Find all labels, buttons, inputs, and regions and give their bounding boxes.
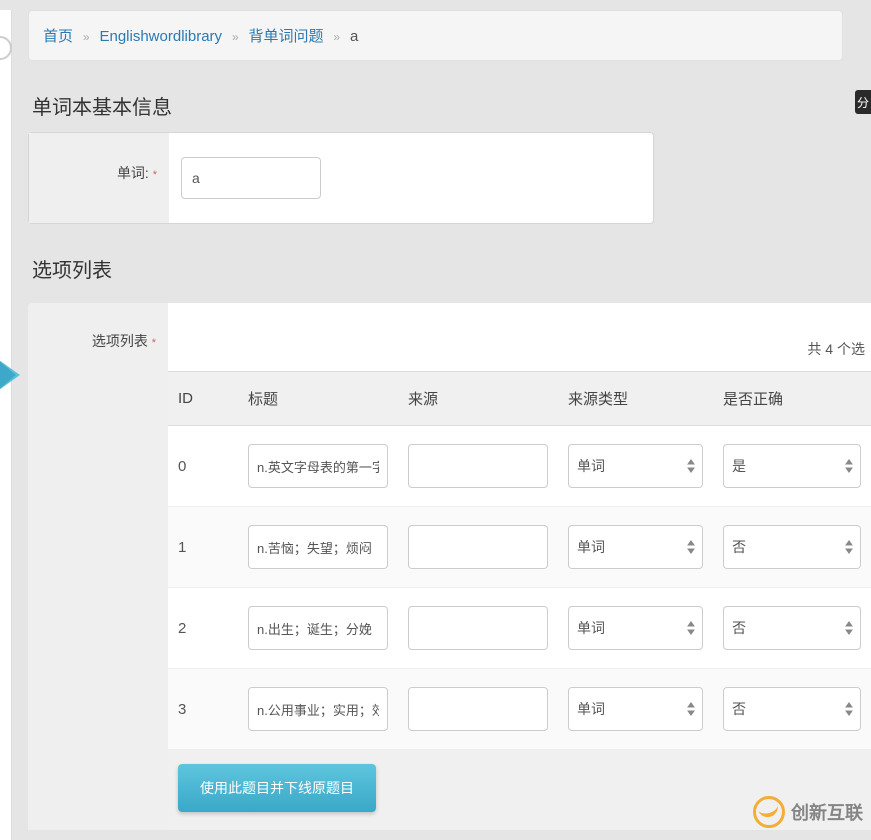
left-arrow-indicator (0, 355, 20, 395)
watermark-text: 创新互联 (791, 799, 863, 825)
row-correct-select[interactable]: 否 (723, 525, 861, 569)
required-marker: * (153, 169, 157, 181)
column-header-id: ID (168, 372, 238, 426)
table-row: 0 单词是 (168, 426, 871, 507)
breadcrumb-separator: » (83, 30, 90, 44)
table-row: 1 单词否 (168, 507, 871, 588)
breadcrumb-link-question[interactable]: 背单词问题 (249, 28, 324, 45)
options-table: ID 标题 来源 来源类型 是否正确 0单词是1单词否2单词否3单词否 (168, 371, 871, 750)
row-id: 2 (168, 588, 238, 669)
column-header-source: 来源 (398, 372, 558, 426)
row-title-input[interactable] (248, 525, 388, 569)
row-id: 3 (168, 669, 238, 750)
required-marker: * (152, 337, 156, 349)
column-header-title: 标题 (238, 372, 398, 426)
row-correct-select[interactable]: 是 (723, 444, 861, 488)
row-title-input[interactable] (248, 606, 388, 650)
basic-info-panel: 单词: * (28, 132, 654, 224)
row-source-input[interactable] (408, 444, 548, 488)
watermark-icon (753, 796, 785, 828)
row-source-type-select[interactable]: 单词 (568, 444, 703, 488)
breadcrumb-current: a (350, 28, 358, 45)
table-row: 3 单词否 (168, 669, 871, 750)
row-source-type-select[interactable]: 单词 (568, 606, 703, 650)
row-source-input[interactable] (408, 687, 548, 731)
column-header-correct: 是否正确 (713, 372, 871, 426)
watermark-logo: 创新互联 (753, 796, 863, 828)
use-and-offline-button[interactable]: 使用此题目并下线原题目 (178, 764, 376, 812)
row-title-input[interactable] (248, 444, 388, 488)
row-correct-select[interactable]: 否 (723, 606, 861, 650)
word-label: 单词: (117, 165, 149, 181)
right-side-tab[interactable]: 分 (855, 90, 871, 114)
options-list-label: 选项列表 (92, 333, 148, 349)
section-title-options: 选项列表 (32, 254, 871, 283)
breadcrumb-separator: » (333, 30, 340, 44)
row-source-input[interactable] (408, 525, 548, 569)
row-title-input[interactable] (248, 687, 388, 731)
table-row: 2 单词否 (168, 588, 871, 669)
breadcrumb-separator: » (232, 30, 239, 44)
row-source-input[interactable] (408, 606, 548, 650)
word-input[interactable] (181, 157, 321, 199)
breadcrumb-link-library[interactable]: Englishwordlibrary (99, 28, 222, 45)
column-header-source-type: 来源类型 (558, 372, 713, 426)
row-correct-select[interactable]: 否 (723, 687, 861, 731)
row-id: 0 (168, 426, 238, 507)
row-id: 1 (168, 507, 238, 588)
options-count: 共 4 个选 (168, 303, 871, 371)
breadcrumb-link-home[interactable]: 首页 (43, 28, 73, 45)
row-source-type-select[interactable]: 单词 (568, 687, 703, 731)
section-title-basic-info: 单词本基本信息 (32, 91, 871, 120)
left-edge-panel (0, 10, 12, 840)
breadcrumb: 首页 » Englishwordlibrary » 背单词问题 » a (28, 10, 843, 61)
row-source-type-select[interactable]: 单词 (568, 525, 703, 569)
